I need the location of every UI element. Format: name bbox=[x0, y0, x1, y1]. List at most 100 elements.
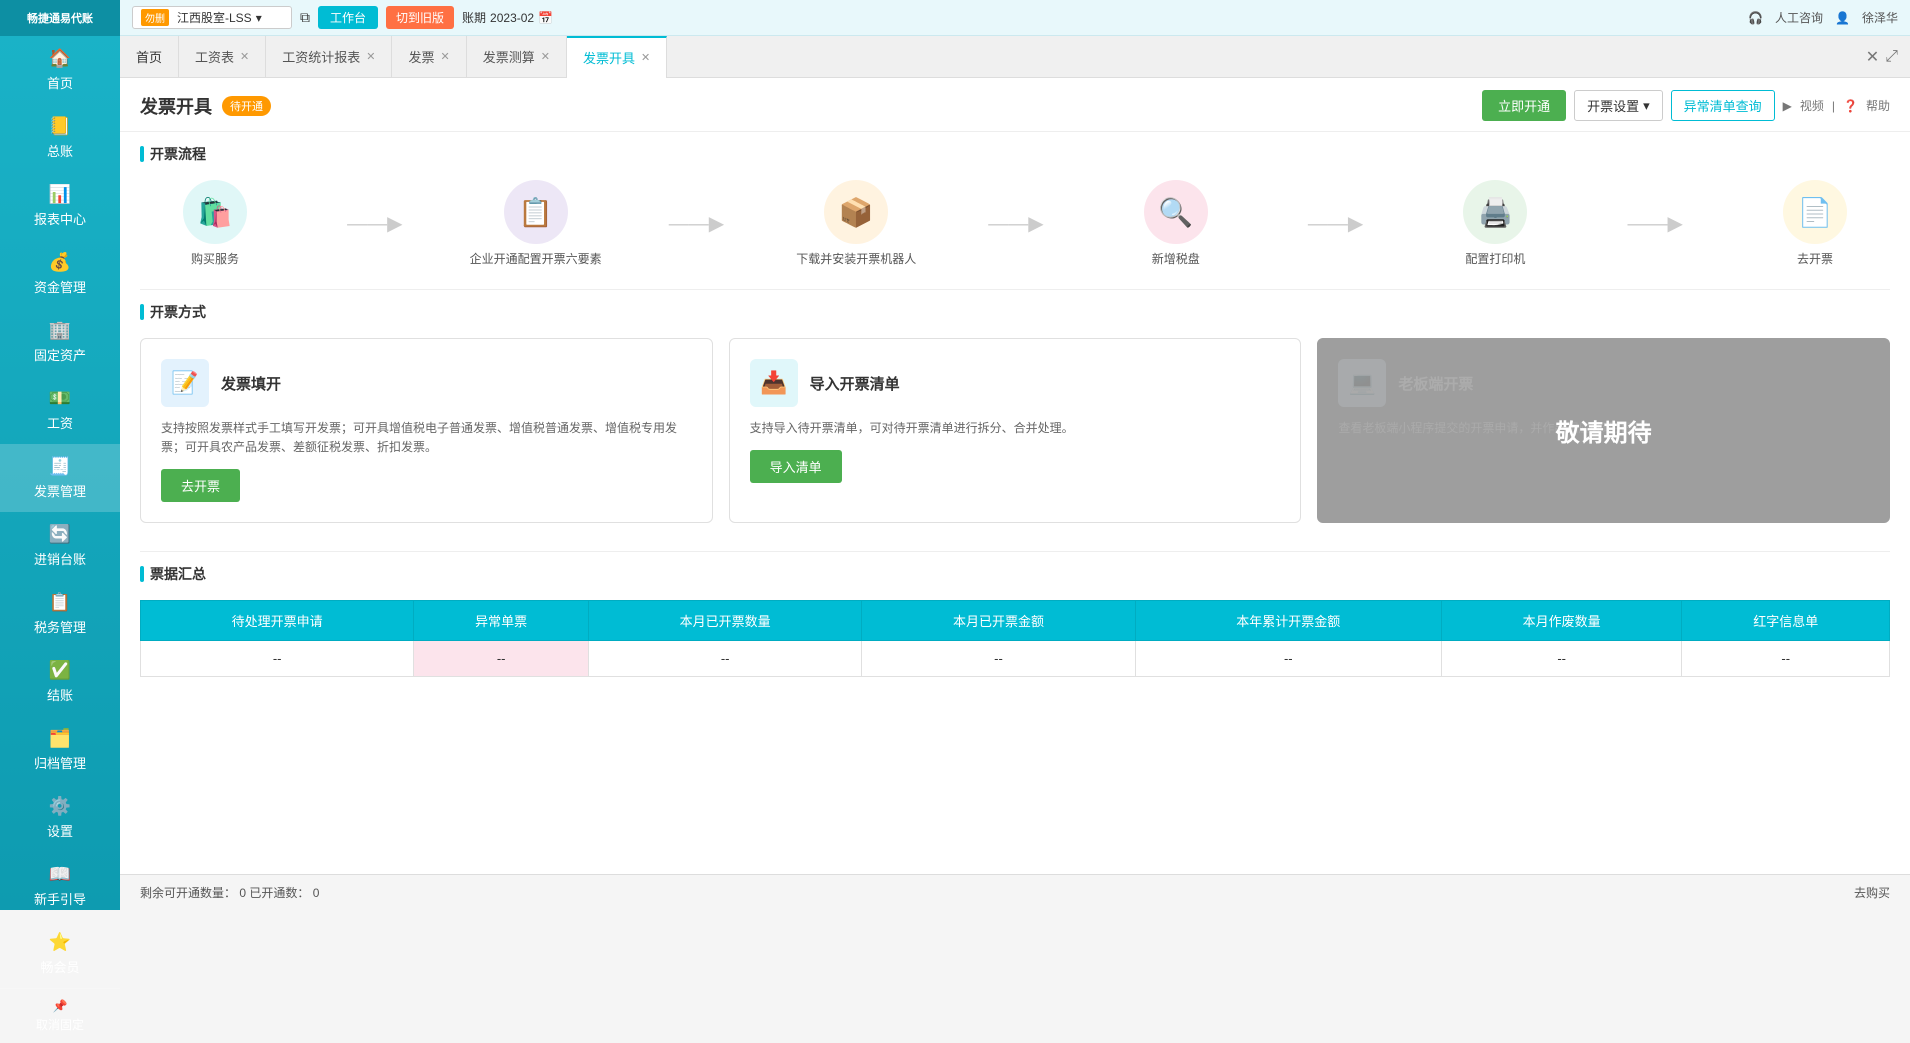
page-title: 发票开具 bbox=[140, 93, 212, 119]
sidebar-item-tax[interactable]: 📋 税务管理 bbox=[0, 580, 120, 648]
sidebar-bottom: 📌 取消固定 bbox=[0, 988, 120, 1043]
summary-col-3: 本月已开票金额 bbox=[862, 601, 1135, 641]
sidebar: 畅捷通易代账 🏠 首页 📒 总账 📊 报表中心 💰 资金管理 🏢 固定资产 💵 … bbox=[0, 0, 120, 910]
tab-invoice-issue[interactable]: 发票开具 ✕ bbox=[567, 36, 667, 78]
summary-col-5: 本月作废数量 bbox=[1441, 601, 1681, 641]
statusbar-right: 去购买 bbox=[1854, 884, 1890, 901]
summary-val-4: -- bbox=[1135, 641, 1441, 677]
ledger-icon: 📒 bbox=[49, 116, 71, 137]
flow-arrow-5: ——▶ bbox=[1560, 211, 1750, 236]
method-manual-btn[interactable]: 去开票 bbox=[161, 469, 240, 502]
tab-restore-button[interactable]: ⤢ bbox=[1885, 48, 1898, 66]
method-import-header: 📥 导入开票清单 bbox=[750, 359, 1281, 407]
opened-value: 0 bbox=[313, 886, 320, 900]
app-logo[interactable]: 畅捷通易代账 bbox=[0, 0, 120, 36]
sidebar-item-settings[interactable]: ⚙️ 设置 bbox=[0, 784, 120, 852]
tab-close-all-button[interactable]: ✕ bbox=[1866, 47, 1879, 67]
header-actions: 立即开通 开票设置 ▾ 异常清单查询 ▶ 视频 | ❓ 帮助 bbox=[1482, 90, 1890, 121]
sidebar-item-member[interactable]: ⭐ 畅会员 bbox=[0, 920, 120, 988]
switch-old-button[interactable]: 切到旧版 bbox=[386, 6, 454, 29]
method-import-icon: 📥 bbox=[750, 359, 798, 407]
summary-col-1: 异常单票 bbox=[414, 601, 589, 641]
tab-close-invoice[interactable]: ✕ bbox=[441, 50, 450, 63]
remaining-label: 剩余可开通数量： bbox=[140, 886, 236, 900]
sidebar-item-reconcile[interactable]: ✅ 结账 bbox=[0, 648, 120, 716]
salary-icon: 💵 bbox=[49, 388, 71, 409]
config-step-icon: 📋 bbox=[504, 180, 568, 244]
period-label: 账期 bbox=[462, 9, 486, 26]
sidebar-item-archive[interactable]: 🗂️ 归档管理 bbox=[0, 716, 120, 784]
buy-link[interactable]: 去购买 bbox=[1854, 886, 1890, 900]
abnormal-query-button[interactable]: 异常清单查询 bbox=[1671, 90, 1775, 121]
methods-section-title: 开票方式 bbox=[140, 302, 1890, 322]
tab-invoice-calc[interactable]: 发票测算 ✕ bbox=[467, 36, 567, 78]
tab-home[interactable]: 首页 bbox=[120, 36, 179, 78]
buy-step-label: 购买服务 bbox=[191, 250, 239, 267]
coming-soon-overlay: 敬请期待 bbox=[1318, 339, 1889, 522]
period-area: 账期 2023-02 📅 bbox=[462, 9, 553, 26]
video-label[interactable]: 视频 bbox=[1800, 97, 1824, 114]
help-icon: ❓ bbox=[1843, 99, 1858, 113]
help-label[interactable]: 帮助 bbox=[1866, 97, 1890, 114]
topbar-right: 🎧 人工咨询 👤 徐泽华 bbox=[1748, 9, 1898, 26]
buy-step-icon: 🛍️ bbox=[183, 180, 247, 244]
summary-table: 待处理开票申请 异常单票 本月已开票数量 本月已开票金额 本年累计开票金额 本月… bbox=[140, 600, 1890, 677]
tab-close-invoice-calc[interactable]: ✕ bbox=[541, 50, 550, 63]
assets-icon: 🏢 bbox=[49, 320, 71, 341]
tab-close-salary[interactable]: ✕ bbox=[240, 50, 249, 63]
sidebar-item-home[interactable]: 🏠 首页 bbox=[0, 36, 120, 104]
tab-salary[interactable]: 工资表 ✕ bbox=[179, 36, 266, 78]
consult-link[interactable]: 人工咨询 bbox=[1775, 9, 1823, 26]
flow-step-buy: 🛍️ 购买服务 bbox=[150, 180, 280, 267]
method-card-old-client: 💻 老板端开票 查看老板端小程序提交的开票申请，并作出相应处理并开待 敬请期待 bbox=[1317, 338, 1890, 523]
summary-col-6: 红字信息单 bbox=[1682, 601, 1890, 641]
method-import-desc: 支持导入待开票清单，可对待开票清单进行拆分、合并处理。 bbox=[750, 419, 1281, 438]
topbar: 勿删 江西股室-LSS ▾ ⧉ 工作台 切到旧版 账期 2023-02 📅 🎧 … bbox=[120, 0, 1910, 36]
sidebar-item-assets[interactable]: 🏢 固定资产 bbox=[0, 308, 120, 376]
sidebar-item-salary[interactable]: 💵 工资 bbox=[0, 376, 120, 444]
summary-section: 票据汇总 待处理开票申请 异常单票 本月已开票数量 本月已开票金额 本年累计开票… bbox=[120, 552, 1910, 689]
summary-data-row: -- -- -- -- -- -- -- bbox=[141, 641, 1890, 677]
tab-salary-report[interactable]: 工资统计报表 ✕ bbox=[266, 36, 392, 78]
open-settings-button[interactable]: 开票设置 ▾ bbox=[1574, 90, 1663, 121]
taxdisk-step-icon: 🔍 bbox=[1144, 180, 1208, 244]
workbench-button[interactable]: 工作台 bbox=[318, 6, 378, 29]
remaining-value: 0 bbox=[239, 886, 246, 900]
tab-close-salary-report[interactable]: ✕ bbox=[366, 50, 375, 63]
method-manual-icon: 📝 bbox=[161, 359, 209, 407]
summary-header-row: 待处理开票申请 异常单票 本月已开票数量 本月已开票金额 本年累计开票金额 本月… bbox=[141, 601, 1890, 641]
flow-arrow-4: ——▶ bbox=[1241, 211, 1431, 236]
sidebar-item-purchase-sales[interactable]: 🔄 进销台账 bbox=[0, 512, 120, 580]
sidebar-unpin[interactable]: 📌 取消固定 bbox=[0, 989, 120, 1043]
statusbar: 剩余可开通数量： 0 已开通数： 0 去购买 bbox=[120, 874, 1910, 910]
member-icon: ⭐ bbox=[49, 932, 71, 953]
sidebar-item-funds[interactable]: 💰 资金管理 bbox=[0, 240, 120, 308]
tab-close-invoice-issue[interactable]: ✕ bbox=[641, 51, 650, 64]
company-selector[interactable]: 勿删 江西股室-LSS ▾ bbox=[132, 6, 292, 29]
method-card-import: 📥 导入开票清单 支持导入待开票清单，可对待开票清单进行拆分、合并处理。 导入清… bbox=[729, 338, 1302, 523]
open-now-button[interactable]: 立即开通 bbox=[1482, 90, 1566, 121]
page-title-area: 发票开具 待开通 bbox=[140, 93, 271, 119]
dropdown-arrow-icon: ▾ bbox=[1643, 98, 1650, 114]
company-badge: 勿删 bbox=[141, 9, 169, 26]
period-value: 2023-02 bbox=[490, 11, 534, 25]
tabbar: 首页 工资表 ✕ 工资统计报表 ✕ 发票 ✕ 发票测算 ✕ 发票开具 ✕ ✕ ⤢ bbox=[120, 36, 1910, 78]
config-step-label: 企业开通配置开票六要素 bbox=[470, 250, 602, 267]
method-import-btn[interactable]: 导入清单 bbox=[750, 450, 842, 483]
tab-invoice[interactable]: 发票 ✕ bbox=[392, 36, 466, 78]
flow-step-printer: 🖨️ 配置打印机 bbox=[1430, 180, 1560, 267]
funds-icon: 💰 bbox=[49, 252, 71, 273]
header-help: ▶ 视频 | ❓ 帮助 bbox=[1783, 97, 1890, 114]
summary-val-6: -- bbox=[1682, 641, 1890, 677]
sidebar-item-ledger[interactable]: 📒 总账 bbox=[0, 104, 120, 172]
copy-icon[interactable]: ⧉ bbox=[300, 9, 310, 26]
sidebar-item-invoice[interactable]: 🧾 发票管理 bbox=[0, 444, 120, 512]
download-step-icon: 📦 bbox=[824, 180, 888, 244]
topbar-left: 勿删 江西股室-LSS ▾ ⧉ 工作台 切到旧版 账期 2023-02 📅 bbox=[132, 6, 553, 29]
summary-val-5: -- bbox=[1441, 641, 1681, 677]
calendar-icon[interactable]: 📅 bbox=[538, 11, 553, 25]
printer-step-icon: 🖨️ bbox=[1463, 180, 1527, 244]
download-step-label: 下载并安装开票机器人 bbox=[796, 250, 916, 267]
sidebar-item-reports[interactable]: 📊 报表中心 bbox=[0, 172, 120, 240]
summary-col-4: 本年累计开票金额 bbox=[1135, 601, 1441, 641]
